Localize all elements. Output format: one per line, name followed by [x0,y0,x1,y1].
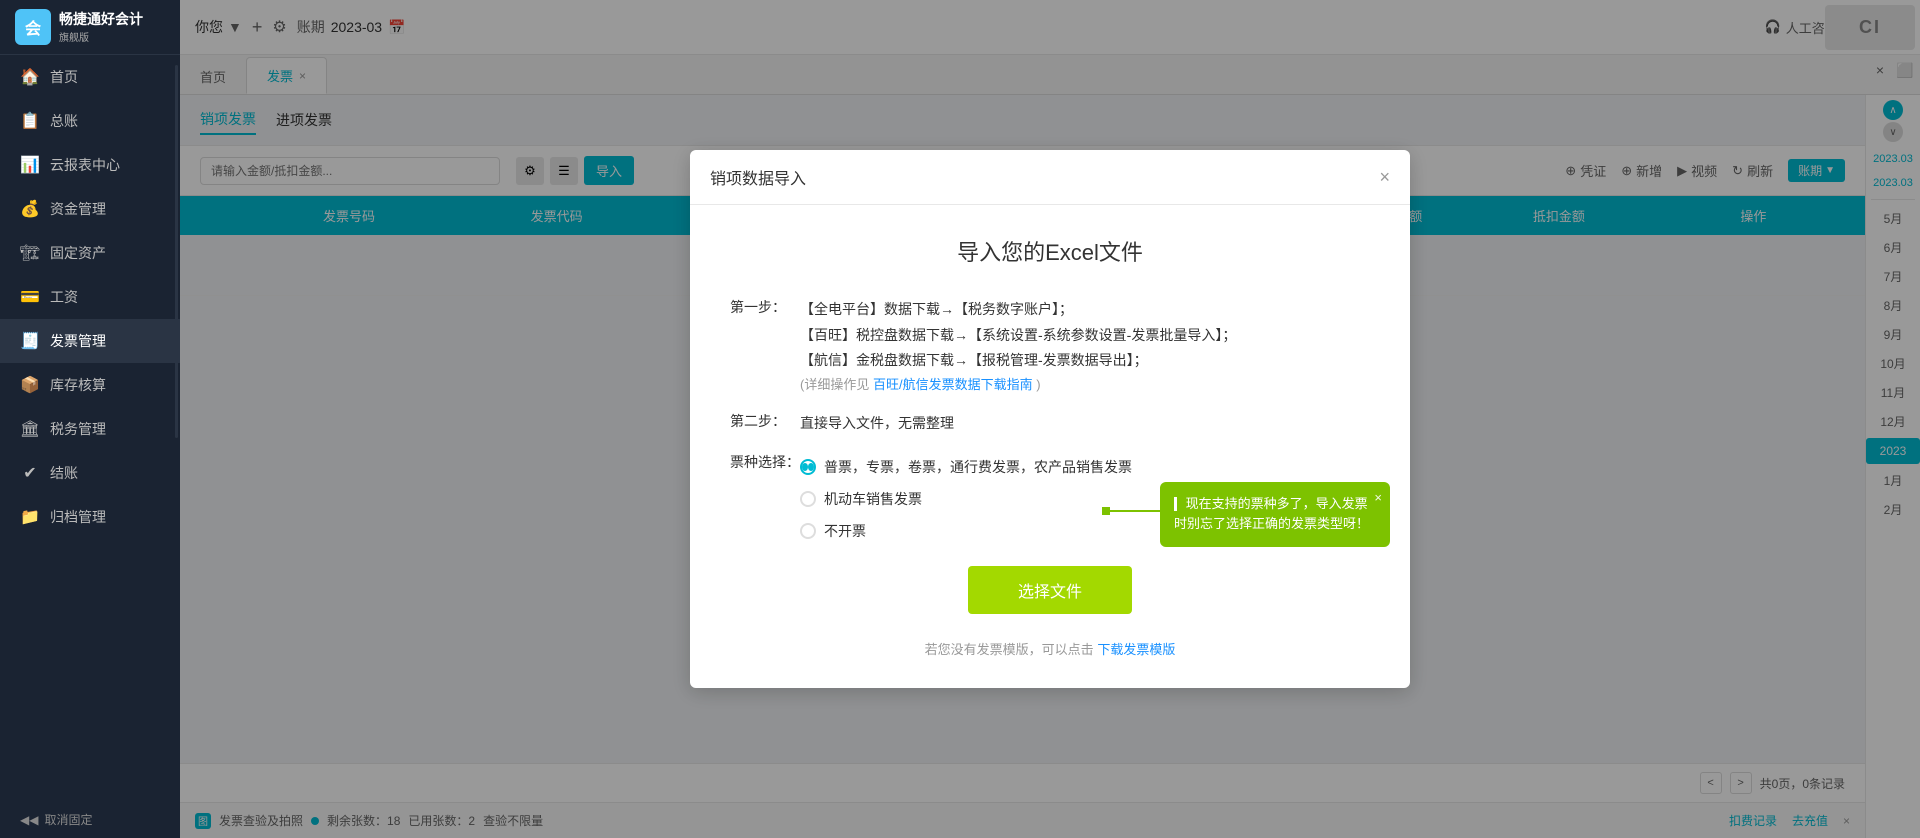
select-file-button[interactable]: 选择文件 [968,566,1132,614]
modal-title: 销项数据导入 [710,165,806,189]
step1-label: 第一步： [730,297,800,317]
logo-icon: 会 [15,9,51,45]
reports-icon: 📊 [20,155,40,175]
sidebar-item-tax[interactable]: 🏛 税务管理 [0,407,180,451]
tooltip-bubble: × 现在支持的票种多了，导入发票时别忘了选择正确的发票类型呀！ [1160,482,1390,548]
radio-no-invoice-circle [800,523,816,539]
sidebar-nav: 🏠 首页 📋 总账 📊 云报表中心 💰 资金管理 🏗 固定资产 💳 工资 [0,55,180,801]
sidebar-scrollbar [175,65,178,438]
logo-text: 畅捷通好会计 [59,10,143,28]
sidebar-item-archive[interactable]: 📁 归档管理 [0,495,180,539]
sidebar-item-checkout[interactable]: ✔ 结账 [0,451,180,495]
download-template-link[interactable]: 下载发票模版 [1097,642,1175,657]
logo-badge: 旗舰版 [59,29,143,44]
ledger-icon: 📋 [20,111,40,131]
salary-icon: 💳 [20,287,40,307]
radio-row: 票种选择： 普票，专票，卷票，通行费发票，农产品销售发票 机动车销售发票 [730,452,1370,541]
modal-body: 导入您的Excel文件 第一步： 【全电平台】数据下载→【税务数字账户】； 【百… [690,205,1410,687]
radio-motor[interactable]: 机动车销售发票 [800,489,1132,509]
import-modal: 销项数据导入 × 导入您的Excel文件 第一步： 【全电平台】数据下载→【税务… [690,150,1410,687]
invoice-icon: 🧾 [20,331,40,351]
assets-icon: 🏗 [20,243,40,263]
connector-line [1110,510,1160,512]
tax-icon: 🏛 [20,419,40,439]
sidebar-item-assets[interactable]: 🏗 固定资产 [0,231,180,275]
radio-no-invoice[interactable]: 不开票 [800,521,1132,541]
checkout-icon: ✔ [20,463,40,483]
step2-label: 第二步： [730,411,800,431]
modal-footer: 若您没有发票模版，可以点击 下载发票模版 [730,639,1370,658]
sidebar-item-home[interactable]: 🏠 首页 [0,55,180,99]
tooltip-text: 现在支持的票种多了，导入发票时别忘了选择正确的发票类型呀！ [1174,496,1369,532]
modal-header: 销项数据导入 × [690,150,1410,205]
step2-row: 第二步： 直接导入文件，无需整理 [730,411,1370,436]
modal-overlay: 销项数据导入 × 导入您的Excel文件 第一步： 【全电平台】数据下载→【税务… [180,0,1920,838]
radio-label: 票种选择： [730,452,800,472]
step1-line2: 【百旺】税控盘数据下载→【系统设置-系统参数设置-发票批量导入】； [800,323,1236,348]
sidebar-item-salary[interactable]: 💳 工资 [0,275,180,319]
radio-motor-circle [800,491,816,507]
home-icon: 🏠 [20,67,40,87]
radio-normal-circle [800,459,816,475]
ticket-type-group: 普票，专票，卷票，通行费发票，农产品销售发票 机动车销售发票 不开票 [800,457,1132,541]
sidebar-item-ledger[interactable]: 📋 总账 [0,99,180,143]
radio-normal[interactable]: 普票，专票，卷票，通行费发票，农产品销售发票 [800,457,1132,477]
sidebar-item-inventory[interactable]: 📦 库存核算 [0,363,180,407]
sidebar-cancel-pin[interactable]: ◀◀ 取消固定 [0,801,180,838]
guide-link[interactable]: 百旺/航信发票数据下载指南 [873,377,1033,392]
sidebar-item-reports[interactable]: 📊 云报表中心 [0,143,180,187]
step2-content: 直接导入文件，无需整理 [800,411,954,436]
sidebar-item-funds[interactable]: 💰 资金管理 [0,187,180,231]
step1-line1: 【全电平台】数据下载→【税务数字账户】； [800,297,1236,322]
modal-close-button[interactable]: × [1379,167,1390,188]
tooltip-close-btn[interactable]: × [1374,488,1382,509]
step1-line3: 【航信】金税盘数据下载→【报税管理-发票数据导出】； [800,348,1236,373]
connector-dot [1102,507,1110,515]
tooltip-bar [1174,497,1177,511]
inventory-icon: 📦 [20,375,40,395]
sidebar: 会 畅捷通好会计 旗舰版 🏠 首页 📋 总账 📊 云报表中心 💰 资金管 [0,0,180,838]
step1-note: (详细操作见 百旺/航信发票数据下载指南 ) [800,373,1236,396]
step1-content: 【全电平台】数据下载→【税务数字账户】； 【百旺】税控盘数据下载→【系统设置-系… [800,297,1236,396]
step1-row: 第一步： 【全电平台】数据下载→【税务数字账户】； 【百旺】税控盘数据下载→【系… [730,297,1370,396]
sidebar-item-invoice[interactable]: 🧾 发票管理 [0,319,180,363]
funds-icon: 💰 [20,199,40,219]
sidebar-logo: 会 畅捷通好会计 旗舰版 [0,0,180,55]
modal-main-title: 导入您的Excel文件 [730,235,1370,267]
archive-icon: 📁 [20,507,40,527]
